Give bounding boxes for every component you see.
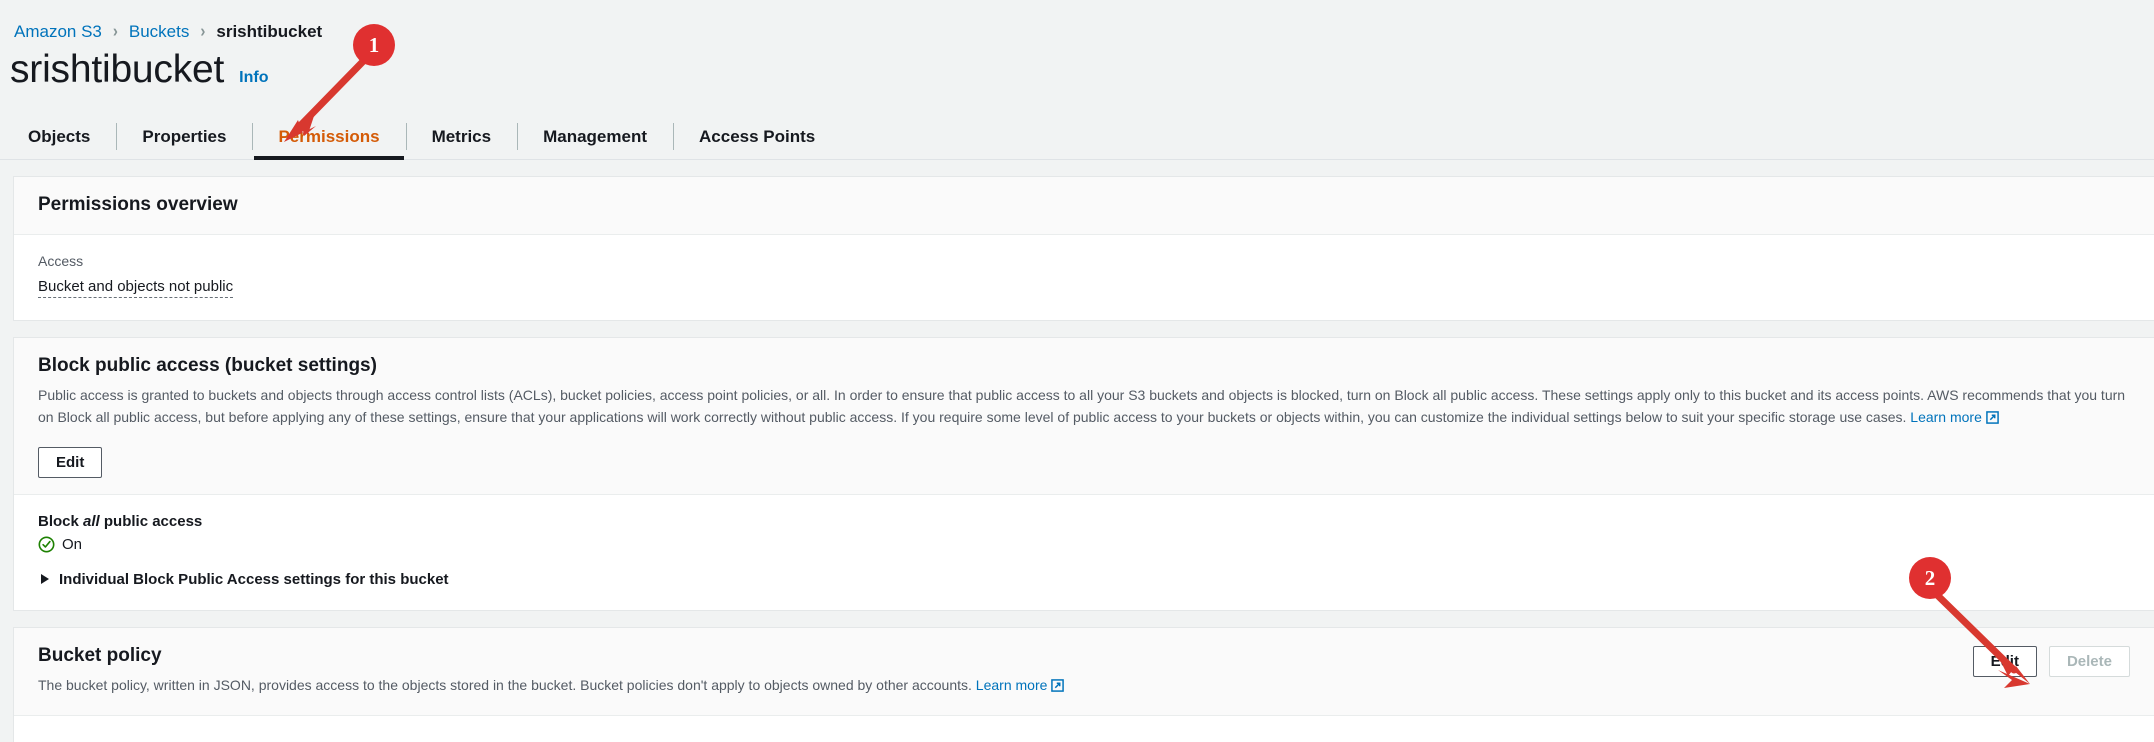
- tab-access-points[interactable]: Access Points: [673, 114, 841, 159]
- status-badge: On: [62, 535, 83, 553]
- info-link[interactable]: Info: [239, 69, 268, 87]
- permissions-overview-panel: Permissions overview Access Bucket and o…: [13, 176, 2154, 321]
- status-title-prefix: Block: [38, 512, 84, 530]
- tab-objects[interactable]: Objects: [2, 114, 116, 159]
- tab-metrics[interactable]: Metrics: [405, 114, 518, 159]
- bucket-policy-learn-more-link[interactable]: Learn more: [976, 677, 1065, 693]
- chevron-right-icon: [41, 574, 49, 585]
- block-public-access-panel: Block public access (bucket settings) Pu…: [13, 336, 2154, 611]
- success-check-icon: [38, 536, 55, 553]
- access-status-value[interactable]: Bucket and objects not public: [38, 278, 234, 298]
- learn-more-label: Learn more: [975, 677, 1048, 694]
- page-title: srishtibucket: [10, 48, 225, 91]
- individual-block-public-access-expander[interactable]: Individual Block Public Access settings …: [38, 571, 2130, 588]
- bucket-policy-description: The bucket policy, written in JSON, prov…: [38, 675, 1065, 699]
- permissions-overview-title: Permissions overview: [38, 194, 238, 215]
- expander-label: Individual Block Public Access settings …: [59, 570, 449, 588]
- block-all-public-access-label: Block all public access: [38, 513, 2130, 530]
- block-public-access-learn-more-link[interactable]: Learn more: [1910, 409, 1999, 425]
- block-public-access-description-text: Public access is granted to buckets and …: [38, 387, 2126, 426]
- breadcrumb-separator-icon: ›: [112, 21, 118, 41]
- external-link-icon: [1986, 409, 1999, 431]
- annotation-badge-1: 1: [353, 24, 395, 66]
- learn-more-label: Learn more: [1910, 409, 1982, 426]
- status-title-suffix: public access: [99, 512, 203, 530]
- permissions-overview-header: Permissions overview: [14, 177, 2154, 235]
- bucket-policy-delete-button[interactable]: Delete: [2048, 645, 2130, 677]
- bucket-policy-body: [14, 716, 2154, 742]
- external-link-icon: [1051, 677, 1065, 699]
- access-label: Access: [38, 252, 84, 269]
- block-public-access-edit-button[interactable]: Edit: [38, 446, 103, 478]
- breadcrumb-item-buckets[interactable]: Buckets: [129, 23, 189, 40]
- block-public-access-title: Block public access (bucket settings): [38, 354, 377, 376]
- block-public-access-body: Block all public access On Individual Bl…: [14, 494, 2154, 610]
- block-public-access-header: Block public access (bucket settings) Pu…: [14, 337, 2154, 495]
- breadcrumb-separator-icon: ›: [200, 21, 206, 41]
- annotation-badge-label: 2: [1924, 565, 1936, 590]
- status-title-emphasis: all: [83, 512, 100, 530]
- permissions-overview-body: Access Bucket and objects not public: [14, 234, 2154, 320]
- block-all-public-access-status: On: [38, 536, 2130, 553]
- annotation-badge-label: 1: [368, 32, 380, 57]
- tab-management[interactable]: Management: [517, 114, 673, 159]
- bucket-policy-description-text: The bucket policy, written in JSON, prov…: [38, 677, 972, 694]
- annotation-badge-2: 2: [1909, 557, 1951, 599]
- bucket-policy-panel: Bucket policy The bucket policy, written…: [13, 626, 2154, 742]
- bucket-policy-title: Bucket policy: [38, 644, 162, 666]
- block-public-access-description: Public access is granted to buckets and …: [38, 385, 2130, 430]
- breadcrumb-item-amazon-s3[interactable]: Amazon S3: [14, 23, 102, 40]
- bucket-policy-header: Bucket policy The bucket policy, written…: [14, 627, 2154, 717]
- tab-properties[interactable]: Properties: [116, 114, 252, 159]
